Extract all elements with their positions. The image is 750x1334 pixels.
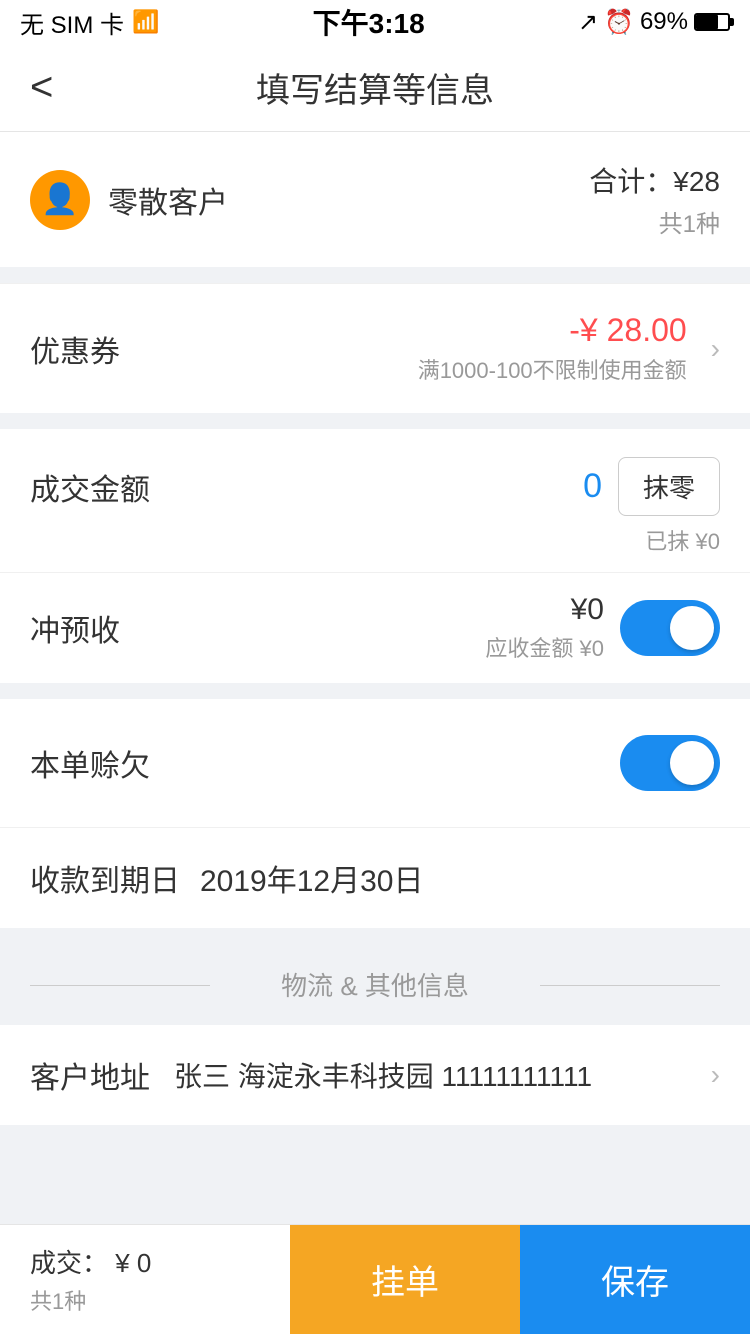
battery-icon <box>694 13 730 31</box>
alarm-icon: ⏰ <box>604 8 634 37</box>
prepay-main-amount: ¥0 <box>485 593 604 627</box>
deal-amount-row: 成交金额 0 抹零 <box>0 429 750 524</box>
total-amount: 合计：¥28 <box>589 160 720 200</box>
deal-amount-sub: 已抹 ¥0 <box>0 524 750 572</box>
debt-section: 本单赊欠 收款到期日 2019年12月30日 <box>0 699 750 928</box>
hang-order-button[interactable]: 挂单 <box>290 1225 520 1334</box>
prepay-amounts: ¥0 应收金额 ¥0 <box>485 593 604 663</box>
debt-row: 本单赊欠 <box>0 699 750 827</box>
deal-amount-label: 成交金额 <box>30 465 150 509</box>
logistics-header-text: 物流 & 其他信息 <box>265 971 485 1001</box>
coupon-right: -¥ 28.00 满1000-100不限制使用金额 › <box>418 312 720 385</box>
no-sim-text: 无 SIM 卡 <box>20 5 124 40</box>
due-date-value: 2019年12月30日 <box>200 856 423 900</box>
status-left: 无 SIM 卡 📶 <box>20 5 159 40</box>
address-row[interactable]: 客户地址 张三 海淀永丰科技园 11111111111 › <box>0 1025 750 1125</box>
deal-amount-section: 成交金额 0 抹零 已抹 ¥0 冲预收 ¥0 应收金额 ¥0 <box>0 429 750 683</box>
coupon-row[interactable]: 优惠券 -¥ 28.00 满1000-100不限制使用金额 › <box>0 283 750 413</box>
bottom-deal-text: 成交： <box>30 1248 108 1278</box>
prepay-row: 冲预收 ¥0 应收金额 ¥0 <box>0 572 750 683</box>
prepay-right: ¥0 应收金额 ¥0 <box>485 593 720 663</box>
customer-name: 零散客户 <box>108 178 228 222</box>
customer-left: 👤 零散客户 <box>30 170 228 230</box>
debt-label: 本单赊欠 <box>30 741 150 785</box>
bottom-bar: 成交： ¥ 0 共1种 挂单 保存 <box>0 1224 750 1334</box>
prepay-toggle[interactable] <box>620 600 720 656</box>
bottom-deal-label: 成交： ¥ 0 <box>30 1243 260 1280</box>
avatar-icon: 👤 <box>41 182 78 217</box>
address-section[interactable]: 客户地址 张三 海淀永丰科技园 11111111111 › <box>0 1025 750 1125</box>
save-button[interactable]: 保存 <box>520 1225 750 1334</box>
customer-section: 👤 零散客户 合计：¥28 共1种 <box>0 132 750 267</box>
address-value: 张三 海淀永丰科技园 11111111111 <box>174 1055 703 1095</box>
nav-bar: < 填写结算等信息 <box>0 44 750 132</box>
deal-amount-right: 0 抹零 <box>583 457 720 516</box>
coupon-value: -¥ 28.00 <box>418 312 687 349</box>
customer-right: 合计：¥28 共1种 <box>589 160 720 239</box>
location-icon: ↗ <box>578 8 598 37</box>
customer-avatar: 👤 <box>30 170 90 230</box>
back-button[interactable]: < <box>30 65 53 110</box>
status-right: ↗ ⏰ 69% <box>578 8 730 37</box>
debt-toggle[interactable] <box>620 735 720 791</box>
battery-text: 69% <box>640 8 688 36</box>
due-date-row: 收款到期日 2019年12月30日 <box>0 827 750 928</box>
round-zero-button[interactable]: 抹零 <box>618 457 720 516</box>
wifi-icon: 📶 <box>132 9 159 35</box>
customer-row: 👤 零散客户 合计：¥28 共1种 <box>0 132 750 267</box>
status-bar: 无 SIM 卡 📶 下午3:18 ↗ ⏰ 69% <box>0 0 750 44</box>
bottom-deal-amount: ¥ 0 <box>115 1248 151 1278</box>
coupon-label: 优惠券 <box>30 327 120 371</box>
bottom-count: 共1种 <box>30 1284 260 1316</box>
address-label: 客户地址 <box>30 1053 150 1097</box>
status-time: 下午3:18 <box>313 2 425 42</box>
coupon-desc: 满1000-100不限制使用金额 <box>418 353 687 385</box>
coupon-chevron-icon: › <box>711 333 720 365</box>
bottom-info: 成交： ¥ 0 共1种 <box>0 1243 290 1316</box>
deal-amount-value[interactable]: 0 <box>583 467 602 506</box>
page-title: 填写结算等信息 <box>256 63 494 112</box>
logistics-section-header: 物流 & 其他信息 <box>0 944 750 1025</box>
total-count: 共1种 <box>589 204 720 239</box>
main-content: 👤 零散客户 合计：¥28 共1种 优惠券 -¥ 28.00 满1000-100… <box>0 132 750 1261</box>
coupon-section[interactable]: 优惠券 -¥ 28.00 满1000-100不限制使用金额 › <box>0 283 750 413</box>
prepay-sub-amount: 应收金额 ¥0 <box>485 631 604 663</box>
due-date-label: 收款到期日 <box>30 856 180 900</box>
address-chevron-icon: › <box>711 1059 720 1091</box>
prepay-label: 冲预收 <box>30 606 120 650</box>
coupon-value-col: -¥ 28.00 满1000-100不限制使用金额 <box>418 312 687 385</box>
